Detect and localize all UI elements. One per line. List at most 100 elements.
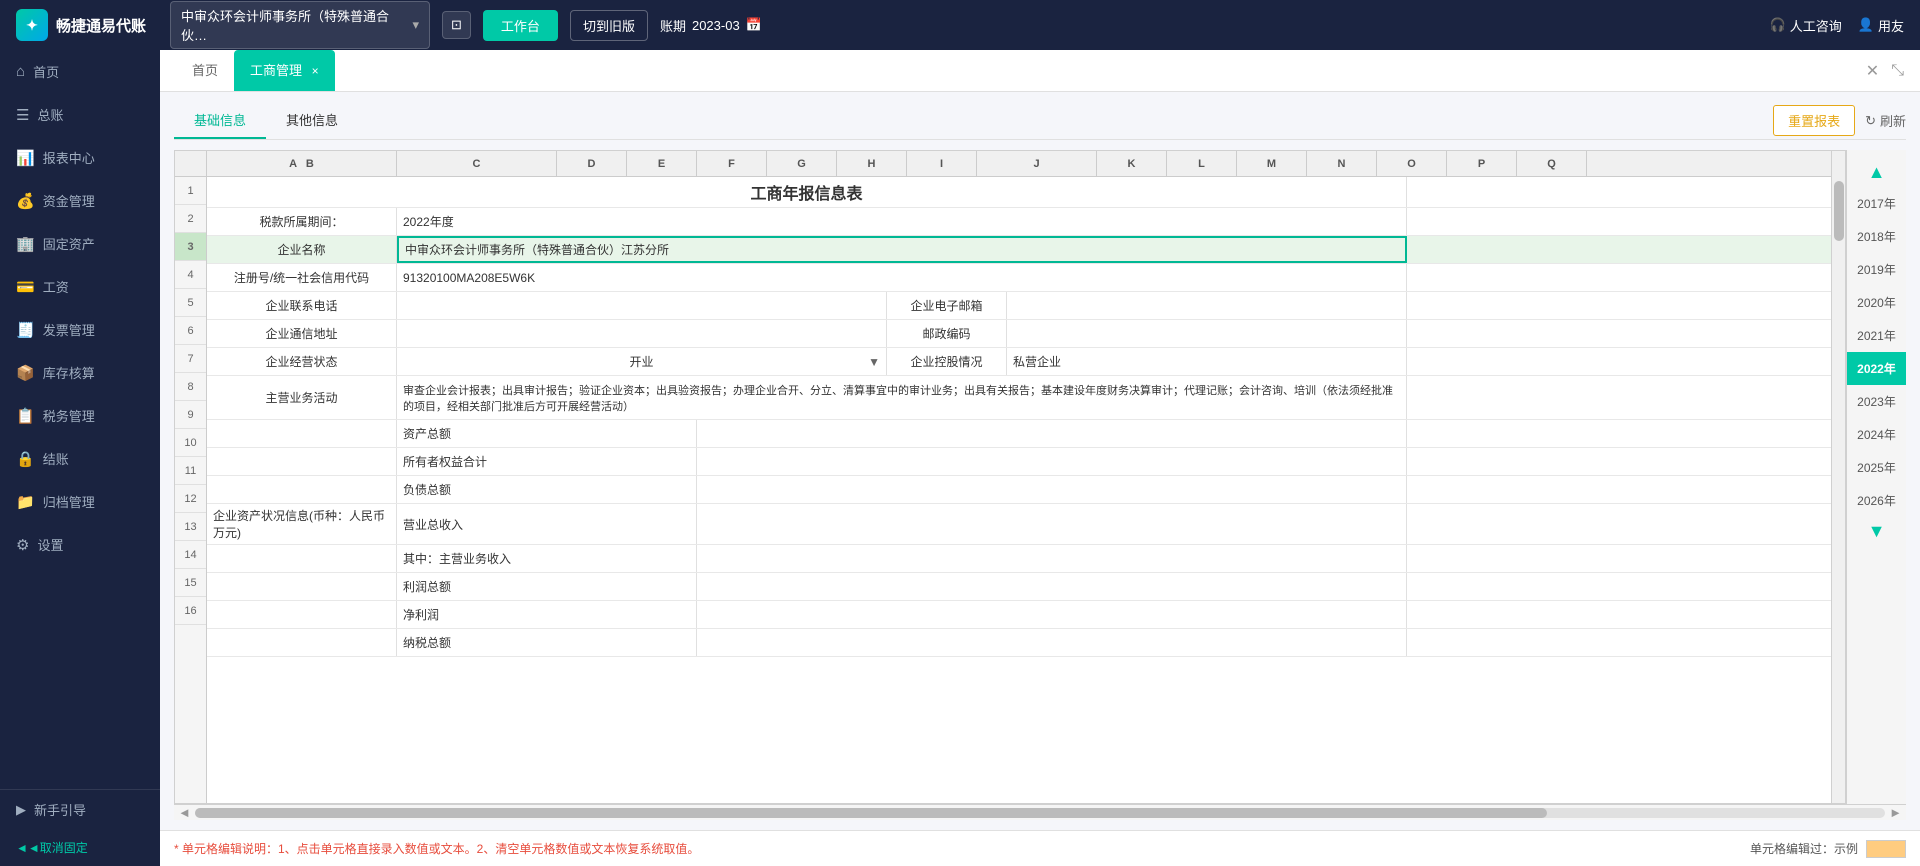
cell-13-rest[interactable] — [697, 545, 1407, 572]
sidebar-item-settings[interactable]: ⚙ 设置 — [0, 523, 160, 566]
assets-icon: 🏢 — [16, 235, 35, 253]
sidebar-item-assets[interactable]: 🏢 固定资产 — [0, 222, 160, 265]
company-settings-icon[interactable]: ⊡ — [442, 11, 471, 39]
year-2018[interactable]: 2018年 — [1847, 220, 1906, 253]
cell-15-c[interactable]: 净利润 — [397, 601, 697, 628]
cell-8-ab[interactable]: 主营业务活动 — [207, 376, 397, 419]
sidebar-item-report[interactable]: 📊 报表中心 — [0, 136, 160, 179]
sub-tab-basic[interactable]: 基础信息 — [174, 102, 266, 139]
cell-7-kq[interactable]: 私营企业 — [1007, 348, 1407, 375]
cell-3-c[interactable]: 中审众环会计师事务所（特殊普通合伙）江苏分所 — [397, 236, 1407, 263]
cell-3-ab[interactable]: 企业名称 — [207, 236, 397, 263]
tab-ic-management[interactable]: 工商管理 × — [234, 50, 335, 91]
cell-5-j[interactable]: 企业电子邮箱 — [887, 292, 1007, 319]
cell-14-rest[interactable] — [697, 573, 1407, 600]
user-menu[interactable]: 👤 用友 — [1858, 16, 1904, 35]
cell-6-ab[interactable]: 企业通信地址 — [207, 320, 397, 347]
new-user-guide[interactable]: ▶ 新手引导 — [0, 790, 160, 829]
year-2021[interactable]: 2021年 — [1847, 319, 1906, 352]
reset-report-button[interactable]: 重置报表 — [1773, 105, 1855, 136]
sidebar-item-ledger[interactable]: ☰ 总账 — [0, 93, 160, 136]
close-window-icon[interactable]: ✕ — [1866, 61, 1879, 81]
sidebar-item-close[interactable]: 🔒 结账 — [0, 437, 160, 480]
sub-tab-other[interactable]: 其他信息 — [266, 102, 358, 139]
calendar-icon[interactable]: 📅 — [746, 17, 762, 33]
cell-5-kq[interactable] — [1007, 292, 1407, 319]
cell-12-ab[interactable]: 企业资产状况信息(币种：人民币万元) — [207, 504, 397, 544]
expand-icon[interactable]: ⤡ — [1891, 62, 1904, 80]
cell-5-cdi[interactable] — [397, 292, 887, 319]
cell-13-ab[interactable] — [207, 545, 397, 572]
cell-14-ab[interactable] — [207, 573, 397, 600]
v-scrollbar-thumb[interactable] — [1834, 181, 1844, 241]
footer: * 单元格编辑说明：1、点击单元格直接录入数值或文本。2、清空单元格数值或文本恢… — [160, 830, 1920, 866]
row-num-14: 14 — [175, 541, 206, 569]
cell-10-rest[interactable] — [697, 448, 1407, 475]
vertical-scrollbar[interactable] — [1831, 151, 1845, 803]
year-2023[interactable]: 2023年 — [1847, 385, 1906, 418]
sidebar-item-archive[interactable]: 📁 归档管理 — [0, 480, 160, 523]
cell-4-c[interactable]: 91320100MA208E5W6K — [397, 264, 1407, 291]
cell-7-j[interactable]: 企业控股情况 — [887, 348, 1007, 375]
cell-12-rest[interactable] — [697, 504, 1407, 544]
horizontal-scrollbar-area[interactable]: ◄ ► — [174, 804, 1906, 820]
cell-2-ab[interactable]: 税款所属期间： — [207, 208, 397, 235]
year-2025[interactable]: 2025年 — [1847, 451, 1906, 484]
scroll-left-icon[interactable]: ◄ — [178, 805, 191, 820]
refresh-button[interactable]: ↻ 刷新 — [1865, 111, 1906, 130]
cell-9-rest[interactable] — [697, 420, 1407, 447]
year-2022[interactable]: 2022年 — [1847, 352, 1906, 385]
sidebar-item-salary[interactable]: 💳 工资 — [0, 265, 160, 308]
sidebar-item-invoice[interactable]: 🧾 发票管理 — [0, 308, 160, 351]
cell-9-ab[interactable] — [207, 420, 397, 447]
cell-8-c[interactable]: 审查企业会计报表；出具审计报告；验证企业资本；出具验资报告；办理企业合开、分立、… — [397, 376, 1407, 419]
tab-close-icon[interactable]: × — [312, 64, 319, 78]
cell-12-c[interactable]: 营业总收入 — [397, 504, 697, 544]
cell-6-cdi[interactable] — [397, 320, 887, 347]
spreadsheet-main[interactable]: A B C D E F G H I J K L M N — [207, 151, 1831, 803]
cell-10-ab[interactable] — [207, 448, 397, 475]
cell-15-ab[interactable] — [207, 601, 397, 628]
year-2017[interactable]: 2017年 — [1847, 187, 1906, 220]
cell-7-cdi[interactable]: 开业 ▼ — [397, 348, 887, 375]
cell-5-ab[interactable]: 企业联系电话 — [207, 292, 397, 319]
cell-10-c[interactable]: 所有者权益合计 — [397, 448, 697, 475]
cell-2-c[interactable]: 2022年度 — [397, 208, 1407, 235]
scroll-right-icon[interactable]: ► — [1889, 805, 1902, 820]
workbench-button[interactable]: 工作台 — [483, 10, 558, 41]
cell-7-ab[interactable]: 企业经营状态 — [207, 348, 397, 375]
year-up-button[interactable]: ▲ — [1864, 158, 1890, 187]
cell-14-c[interactable]: 利润总额 — [397, 573, 697, 600]
cell-title[interactable]: 工商年报信息表 — [207, 177, 1407, 207]
year-2024[interactable]: 2024年 — [1847, 418, 1906, 451]
row-num-12: 12 — [175, 485, 206, 513]
cell-9-c[interactable]: 资产总额 — [397, 420, 697, 447]
cell-16-ab[interactable] — [207, 629, 397, 656]
sidebar-item-stock[interactable]: 📦 库存核算 — [0, 351, 160, 394]
cell-11-ab[interactable] — [207, 476, 397, 503]
sidebar-item-tax[interactable]: 📋 税务管理 — [0, 394, 160, 437]
unpin-sidebar[interactable]: ◄◄取消固定 — [0, 829, 160, 866]
old-version-button[interactable]: 切到旧版 — [570, 10, 648, 41]
sidebar-label-salary: 工资 — [43, 277, 69, 296]
consult-button[interactable]: 🎧 人工咨询 — [1770, 16, 1842, 35]
cell-13-c[interactable]: 其中：主营业务收入 — [397, 545, 697, 572]
h-scrollbar-track[interactable] — [195, 808, 1885, 818]
cell-16-c[interactable]: 纳税总额 — [397, 629, 697, 656]
cell-6-kq[interactable] — [1007, 320, 1407, 347]
h-scrollbar-thumb[interactable] — [195, 808, 1547, 818]
cell-11-rest[interactable] — [697, 476, 1407, 503]
tab-home[interactable]: 首页 — [176, 50, 234, 91]
company-selector[interactable]: 中审众环会计师事务所（特殊普通合伙… ▾ — [170, 1, 430, 49]
cell-4-ab[interactable]: 注册号/统一社会信用代码 — [207, 264, 397, 291]
sidebar-item-finance[interactable]: 💰 资金管理 — [0, 179, 160, 222]
cell-6-j[interactable]: 邮政编码 — [887, 320, 1007, 347]
sidebar-item-home[interactable]: ⌂ 首页 — [0, 50, 160, 93]
cell-15-rest[interactable] — [697, 601, 1407, 628]
year-2026[interactable]: 2026年 — [1847, 484, 1906, 517]
year-down-button[interactable]: ▼ — [1864, 517, 1890, 546]
cell-16-rest[interactable] — [697, 629, 1407, 656]
cell-11-c[interactable]: 负债总额 — [397, 476, 697, 503]
year-2020[interactable]: 2020年 — [1847, 286, 1906, 319]
year-2019[interactable]: 2019年 — [1847, 253, 1906, 286]
